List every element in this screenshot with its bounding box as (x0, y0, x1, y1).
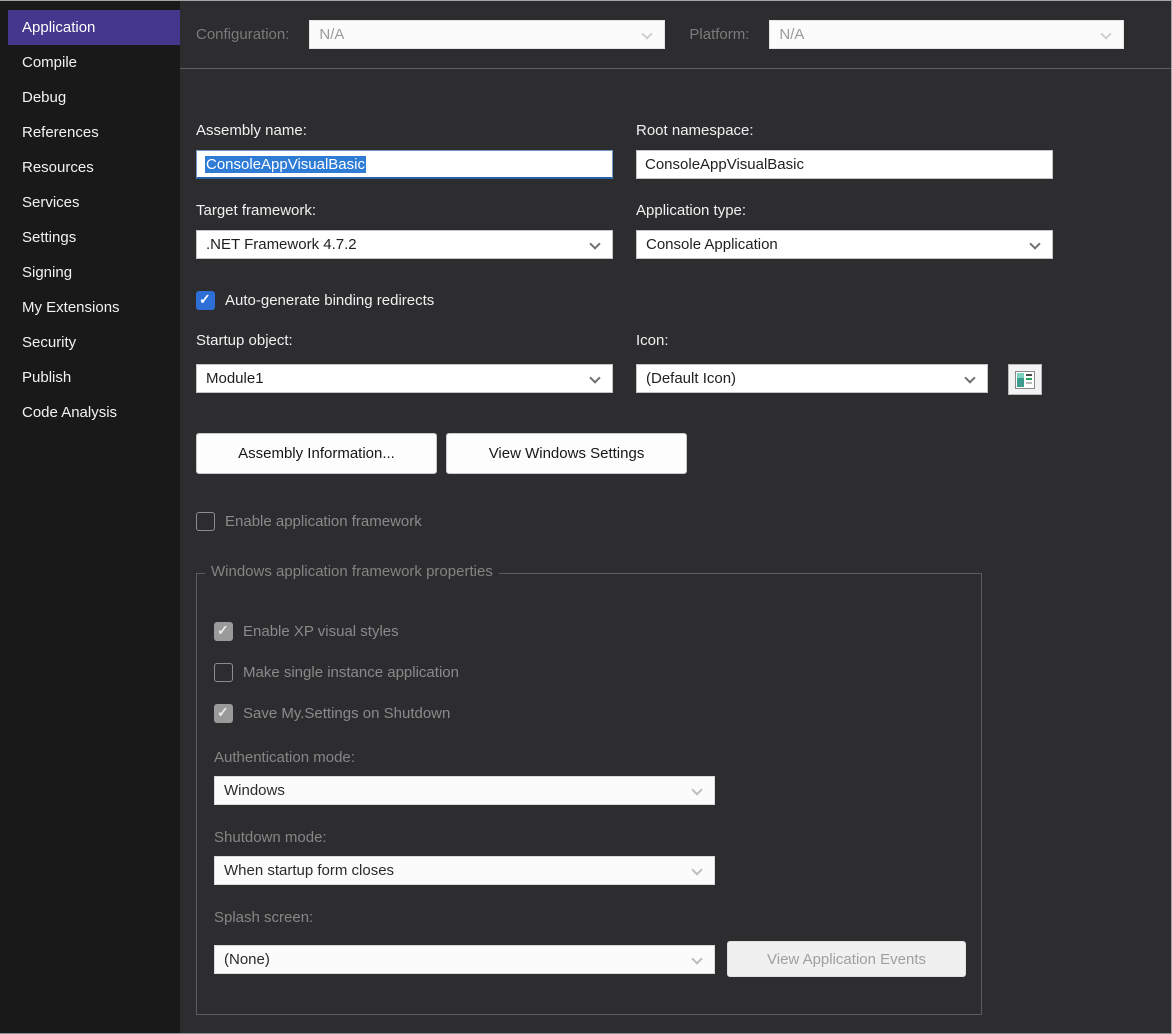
root-namespace-label: Root namespace: (636, 121, 754, 141)
sidebar-item-references[interactable]: References (0, 115, 180, 150)
authentication-mode-value: Windows (224, 782, 285, 799)
configuration-dropdown: N/A (309, 20, 665, 49)
chevron-down-icon (1029, 238, 1040, 249)
platform-value: N/A (779, 26, 804, 43)
assembly-name-label: Assembly name: (196, 121, 307, 141)
enable-application-framework-label: Enable application framework (225, 513, 422, 530)
group-title: Windows application framework properties (205, 563, 499, 580)
shutdown-mode-dropdown: When startup form closes (214, 856, 715, 885)
save-my-settings-checkbox (214, 704, 233, 723)
enable-xp-visual-styles-row: Enable XP visual styles (214, 621, 981, 641)
splash-screen-value: (None) (224, 951, 270, 968)
chevron-down-icon (589, 238, 600, 249)
shutdown-mode-value: When startup form closes (224, 862, 394, 879)
auto-generate-binding-redirects-checkbox[interactable] (196, 291, 215, 310)
project-designer-window: Application Compile Debug References Res… (0, 0, 1172, 1034)
make-single-instance-row: Make single instance application (214, 662, 981, 682)
sidebar-item-publish[interactable]: Publish (0, 360, 180, 395)
assembly-name-input[interactable]: ConsoleAppVisualBasic (196, 150, 613, 179)
browse-icon-button[interactable] (1008, 364, 1042, 395)
application-type-label: Application type: (636, 201, 746, 221)
enable-xp-visual-styles-checkbox (214, 622, 233, 641)
enable-application-framework-row: Enable application framework (196, 511, 1171, 531)
platform-dropdown: N/A (769, 20, 1124, 49)
platform-label: Platform: (689, 26, 749, 43)
chevron-down-icon (964, 372, 975, 383)
application-tab-panel: Configuration: N/A Platform: N/A Assembl… (180, 1, 1171, 1033)
application-type-value: Console Application (646, 236, 778, 253)
save-my-settings-row: Save My.Settings on Shutdown (214, 703, 981, 723)
target-framework-dropdown[interactable]: .NET Framework 4.7.2 (196, 230, 613, 259)
chevron-down-icon (691, 784, 702, 795)
chevron-down-icon (589, 372, 600, 383)
root-namespace-input[interactable]: ConsoleAppVisualBasic (636, 150, 1053, 179)
enable-application-framework-checkbox (196, 512, 215, 531)
chevron-down-icon (1101, 28, 1112, 39)
icon-label: Icon: (636, 331, 669, 351)
application-settings-form: Assembly name: Root namespace: ConsoleAp… (180, 121, 1171, 1015)
configuration-value: N/A (319, 26, 344, 43)
shutdown-mode-label: Shutdown mode: (214, 828, 981, 848)
authentication-mode-dropdown: Windows (214, 776, 715, 805)
auto-generate-binding-redirects-label: Auto-generate binding redirects (225, 292, 434, 309)
startup-object-dropdown[interactable]: Module1 (196, 364, 613, 393)
save-my-settings-label: Save My.Settings on Shutdown (243, 705, 450, 722)
chevron-down-icon (691, 864, 702, 875)
application-type-dropdown[interactable]: Console Application (636, 230, 1053, 259)
windows-application-framework-group: Windows application framework properties… (196, 573, 982, 1015)
view-windows-settings-button[interactable]: View Windows Settings (446, 433, 687, 474)
icon-value: (Default Icon) (646, 370, 736, 387)
enable-xp-visual-styles-label: Enable XP visual styles (243, 623, 399, 640)
splash-screen-label: Splash screen: (214, 908, 981, 928)
target-framework-value: .NET Framework 4.7.2 (206, 236, 357, 253)
authentication-mode-label: Authentication mode: (214, 748, 981, 768)
sidebar-item-my-extensions[interactable]: My Extensions (0, 290, 180, 325)
splash-screen-row: (None) View Application Events (214, 941, 981, 977)
auto-generate-binding-redirects-row: Auto-generate binding redirects (196, 290, 1171, 310)
icon-dropdown[interactable]: (Default Icon) (636, 364, 988, 393)
selected-text: ConsoleAppVisualBasic (205, 156, 366, 173)
root-namespace-value: ConsoleAppVisualBasic (645, 156, 804, 173)
chevron-down-icon (642, 28, 653, 39)
sidebar-item-application[interactable]: Application (8, 10, 180, 45)
sidebar-item-debug[interactable]: Debug (0, 80, 180, 115)
view-application-events-button: View Application Events (727, 941, 966, 977)
sidebar-item-security[interactable]: Security (0, 325, 180, 360)
chevron-down-icon (691, 953, 702, 964)
startup-object-label: Startup object: (196, 331, 293, 351)
sidebar-item-settings[interactable]: Settings (0, 220, 180, 255)
configuration-bar: Configuration: N/A Platform: N/A (180, 1, 1171, 69)
sidebar-item-code-analysis[interactable]: Code Analysis (0, 395, 180, 430)
sidebar-item-compile[interactable]: Compile (0, 45, 180, 80)
startup-object-value: Module1 (206, 370, 264, 387)
sidebar-item-resources[interactable]: Resources (0, 150, 180, 185)
configuration-label: Configuration: (196, 26, 289, 43)
assembly-information-button[interactable]: Assembly Information... (196, 433, 437, 474)
make-single-instance-label: Make single instance application (243, 664, 459, 681)
project-properties-sidebar: Application Compile Debug References Res… (0, 1, 180, 1033)
splash-screen-dropdown: (None) (214, 945, 715, 974)
target-framework-label: Target framework: (196, 201, 316, 221)
sidebar-item-signing[interactable]: Signing (0, 255, 180, 290)
make-single-instance-checkbox (214, 663, 233, 682)
application-icon (1015, 371, 1035, 389)
sidebar-item-services[interactable]: Services (0, 185, 180, 220)
